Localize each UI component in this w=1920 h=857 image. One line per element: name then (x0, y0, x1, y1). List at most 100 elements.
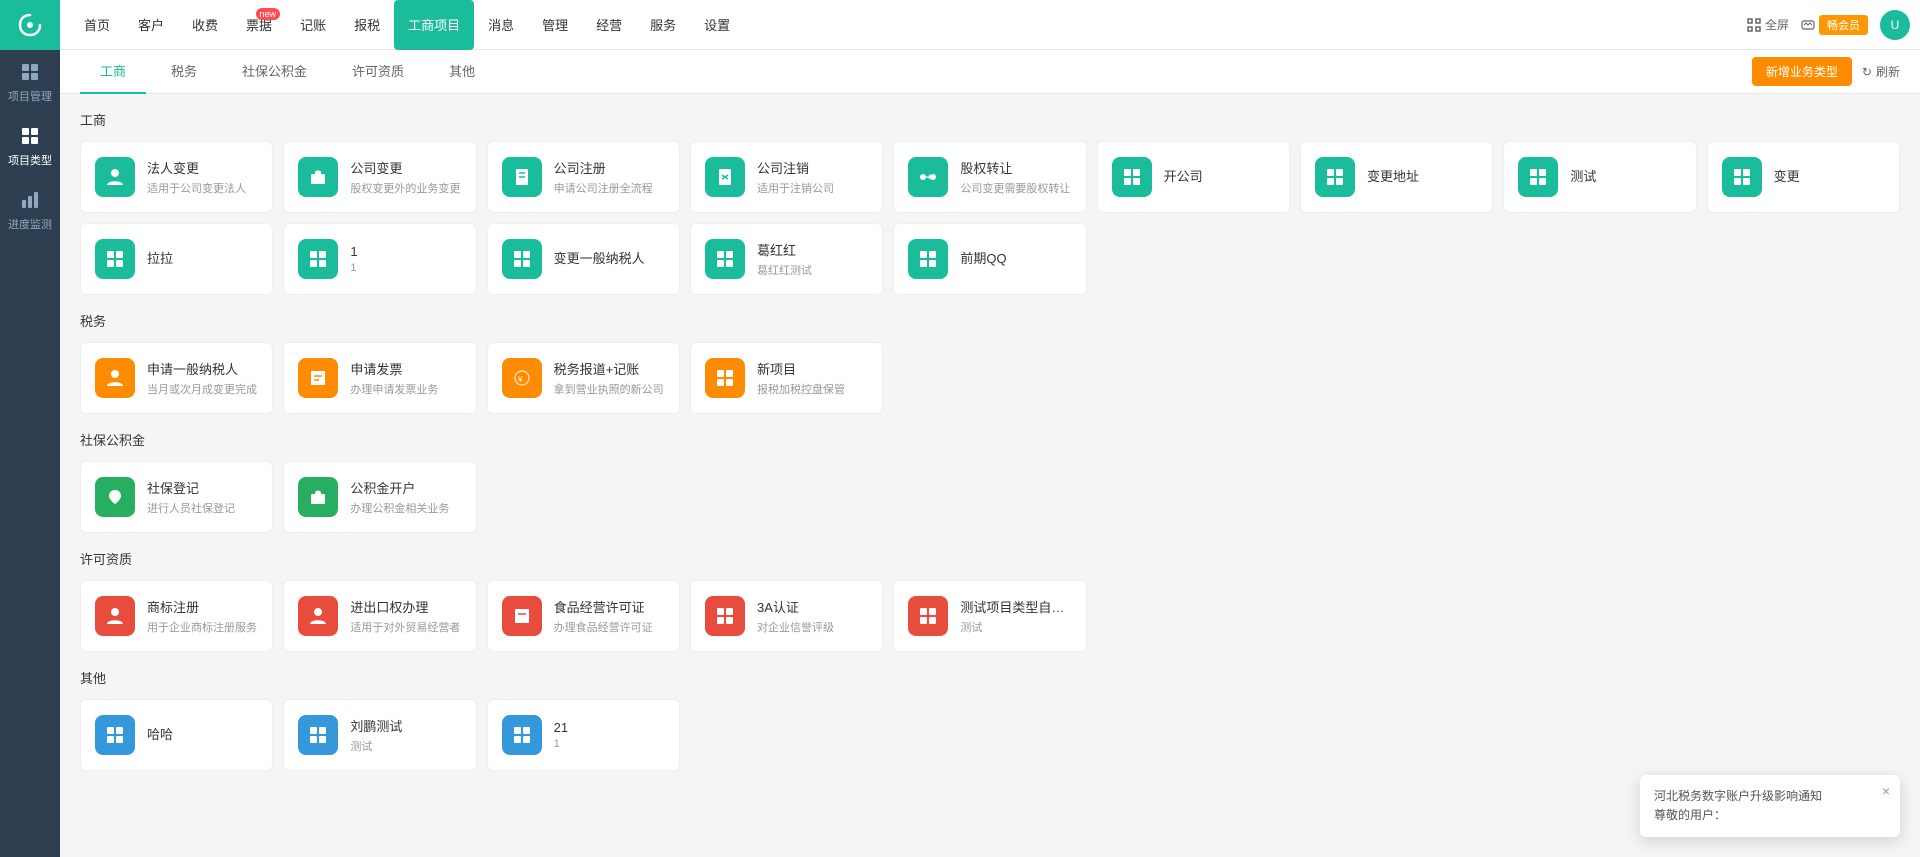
card-import-export[interactable]: 进出口权办理 适用于对外贸易经营者 (283, 580, 476, 652)
chart-icon (18, 188, 42, 212)
new-type-button[interactable]: 新增业务类型 (1752, 57, 1852, 86)
notification-close-btn[interactable]: × (1882, 783, 1890, 799)
nav-invoice[interactable]: 票据 new (232, 0, 286, 50)
nav-billing[interactable]: 收费 (178, 0, 232, 50)
card-open-company[interactable]: 开公司 (1097, 141, 1290, 213)
card-icon-front-qq (908, 239, 948, 279)
nav-message[interactable]: 消息 (474, 0, 528, 50)
sidebar-item-label: 项目管理 (8, 88, 52, 104)
content-area: 工商 税务 社保公积金 许可资质 其他 新增业务类型 ↻ 刷新 工商 (60, 50, 1920, 857)
card-title: 前期QQ (960, 248, 1071, 267)
card-test-type[interactable]: 测试项目类型自定义 测试 (893, 580, 1086, 652)
card-twenty-one[interactable]: 21 1 (487, 699, 680, 771)
avatar[interactable]: U (1880, 10, 1910, 40)
card-icon-change (1722, 157, 1762, 197)
card-one[interactable]: 1 1 (283, 223, 476, 295)
card-liu-peng[interactable]: 刘鹏测试 测试 (283, 699, 476, 771)
card-icon-import-export (298, 596, 338, 636)
card-change-taxpayer[interactable]: 变更一般纳税人 (487, 223, 680, 295)
card-title: 公积金开户 (350, 478, 461, 497)
section-title-social: 社保公积金 (80, 430, 1900, 449)
card-desc: 办理食品经营许可证 (554, 619, 665, 635)
card-change[interactable]: 变更 (1707, 141, 1900, 213)
card-title: 开公司 (1164, 166, 1275, 185)
card-social-register[interactable]: 社保登记 进行人员社保登记 (80, 461, 273, 533)
new-badge: new (256, 8, 281, 20)
card-title: 变更一般纳税人 (554, 248, 665, 267)
card-icon-test (1518, 157, 1558, 197)
refresh-icon: ↻ (1862, 65, 1872, 79)
card-3a-cert[interactable]: 3A认证 对企业信誉评级 (690, 580, 883, 652)
nav-accounting[interactable]: 记账 (286, 0, 340, 50)
card-test[interactable]: 测试 (1503, 141, 1696, 213)
nav-manage[interactable]: 管理 (528, 0, 582, 50)
card-company-cancel[interactable]: 公司注销 适用于注销公司 (690, 141, 883, 213)
tab-permit[interactable]: 许可资质 (332, 50, 424, 94)
card-food-permit[interactable]: 食品经营许可证 办理食品经营许可证 (487, 580, 680, 652)
card-legal-change[interactable]: 法人变更 适用于公司变更法人 (80, 141, 273, 213)
nav-customer[interactable]: 客户 (124, 0, 178, 50)
nav-tax[interactable]: 报税 (340, 0, 394, 50)
card-new-project[interactable]: 新项目 报税加税控盘保管 (690, 342, 883, 414)
cards-grid-social: 社保登记 进行人员社保登记 公积金开户 办理公积金相关业务 (80, 461, 1900, 533)
card-title: 税务报道+记账 (554, 359, 665, 378)
card-title: 法人变更 (147, 158, 258, 177)
card-icon-company-cancel (705, 157, 745, 197)
card-desc: 测试 (960, 619, 1071, 635)
card-desc: 股权变更外的业务变更 (350, 180, 461, 196)
notification-popup: × 河北税务数字账户升级影响通知尊敬的用户： (1640, 775, 1900, 837)
card-haha[interactable]: 哈哈 (80, 699, 273, 771)
card-title: 公司注册 (554, 158, 665, 177)
card-desc: 测试 (350, 738, 461, 754)
card-icon-legal-change (95, 157, 135, 197)
card-equity-transfer[interactable]: 股权转让 公司变更需要股权转让 (893, 141, 1086, 213)
card-change-address[interactable]: 变更地址 (1300, 141, 1493, 213)
card-icon-apply-taxpayer (95, 358, 135, 398)
nav-home[interactable]: 首页 (70, 0, 124, 50)
tab-tax[interactable]: 税务 (151, 50, 217, 94)
sidebar-item-progress-monitor[interactable]: 进度监测 (0, 178, 60, 242)
refresh-button[interactable]: ↻ 刷新 (1862, 63, 1900, 80)
card-icon-liu-peng (298, 715, 338, 755)
sidebar-item-project-type[interactable]: 项目类型 (0, 114, 60, 178)
tab-industrial[interactable]: 工商 (80, 50, 146, 94)
card-apply-taxpayer[interactable]: 申请一般纳税人 当月或次月成变更完成 (80, 342, 273, 414)
card-title: 3A认证 (757, 597, 868, 616)
card-ge-honghong[interactable]: 葛红红 葛红红测试 (690, 223, 883, 295)
card-title: 1 (350, 244, 461, 259)
main-scroll: 工商 法人变更 适用于公司变更法人 (60, 94, 1920, 857)
card-title: 公司注销 (757, 158, 868, 177)
card-title: 哈哈 (147, 724, 258, 743)
card-desc: 1 (554, 738, 665, 750)
card-icon-equity-transfer (908, 157, 948, 197)
nav-settings[interactable]: 设置 (690, 0, 744, 50)
nav-operation[interactable]: 经营 (582, 0, 636, 50)
sidebar-item-project-mgmt[interactable]: 项目管理 (0, 50, 60, 114)
card-title: 变更地址 (1367, 166, 1478, 185)
tab-other[interactable]: 其他 (429, 50, 495, 94)
card-title: 社保登记 (147, 478, 258, 497)
card-apply-invoice[interactable]: 申请发票 办理申请发票业务 (283, 342, 476, 414)
nav-industrial[interactable]: 工商项目 (394, 0, 474, 50)
card-desc: 办理申请发票业务 (350, 381, 461, 397)
card-company-change[interactable]: 公司变更 股权变更外的业务变更 (283, 141, 476, 213)
card-icon-3a (705, 596, 745, 636)
fullscreen-btn[interactable]: 全屏 (1747, 16, 1789, 33)
card-tax-report[interactable]: ¥ 税务报道+记账 拿到营业执照的新公司 (487, 342, 680, 414)
card-desc: 对企业信誉评级 (757, 619, 868, 635)
card-title: 拉拉 (147, 248, 258, 267)
card-icon-change-taxpayer (502, 239, 542, 279)
card-fund-account[interactable]: 公积金开户 办理公积金相关业务 (283, 461, 476, 533)
card-desc: 申请公司注册全流程 (554, 180, 665, 196)
vip-btn[interactable]: 畅会员 (1801, 15, 1868, 35)
nav-service[interactable]: 服务 (636, 0, 690, 50)
card-title: 刘鹏测试 (350, 716, 461, 735)
card-lala[interactable]: 拉拉 (80, 223, 273, 295)
card-trademark[interactable]: 商标注册 用于企业商标注册服务 (80, 580, 273, 652)
tab-social-fund[interactable]: 社保公积金 (222, 50, 327, 94)
card-icon-fund-account (298, 477, 338, 517)
card-front-qq[interactable]: 前期QQ (893, 223, 1086, 295)
card-icon-apply-invoice (298, 358, 338, 398)
card-title: 食品经营许可证 (554, 597, 665, 616)
card-company-register[interactable]: 公司注册 申请公司注册全流程 (487, 141, 680, 213)
